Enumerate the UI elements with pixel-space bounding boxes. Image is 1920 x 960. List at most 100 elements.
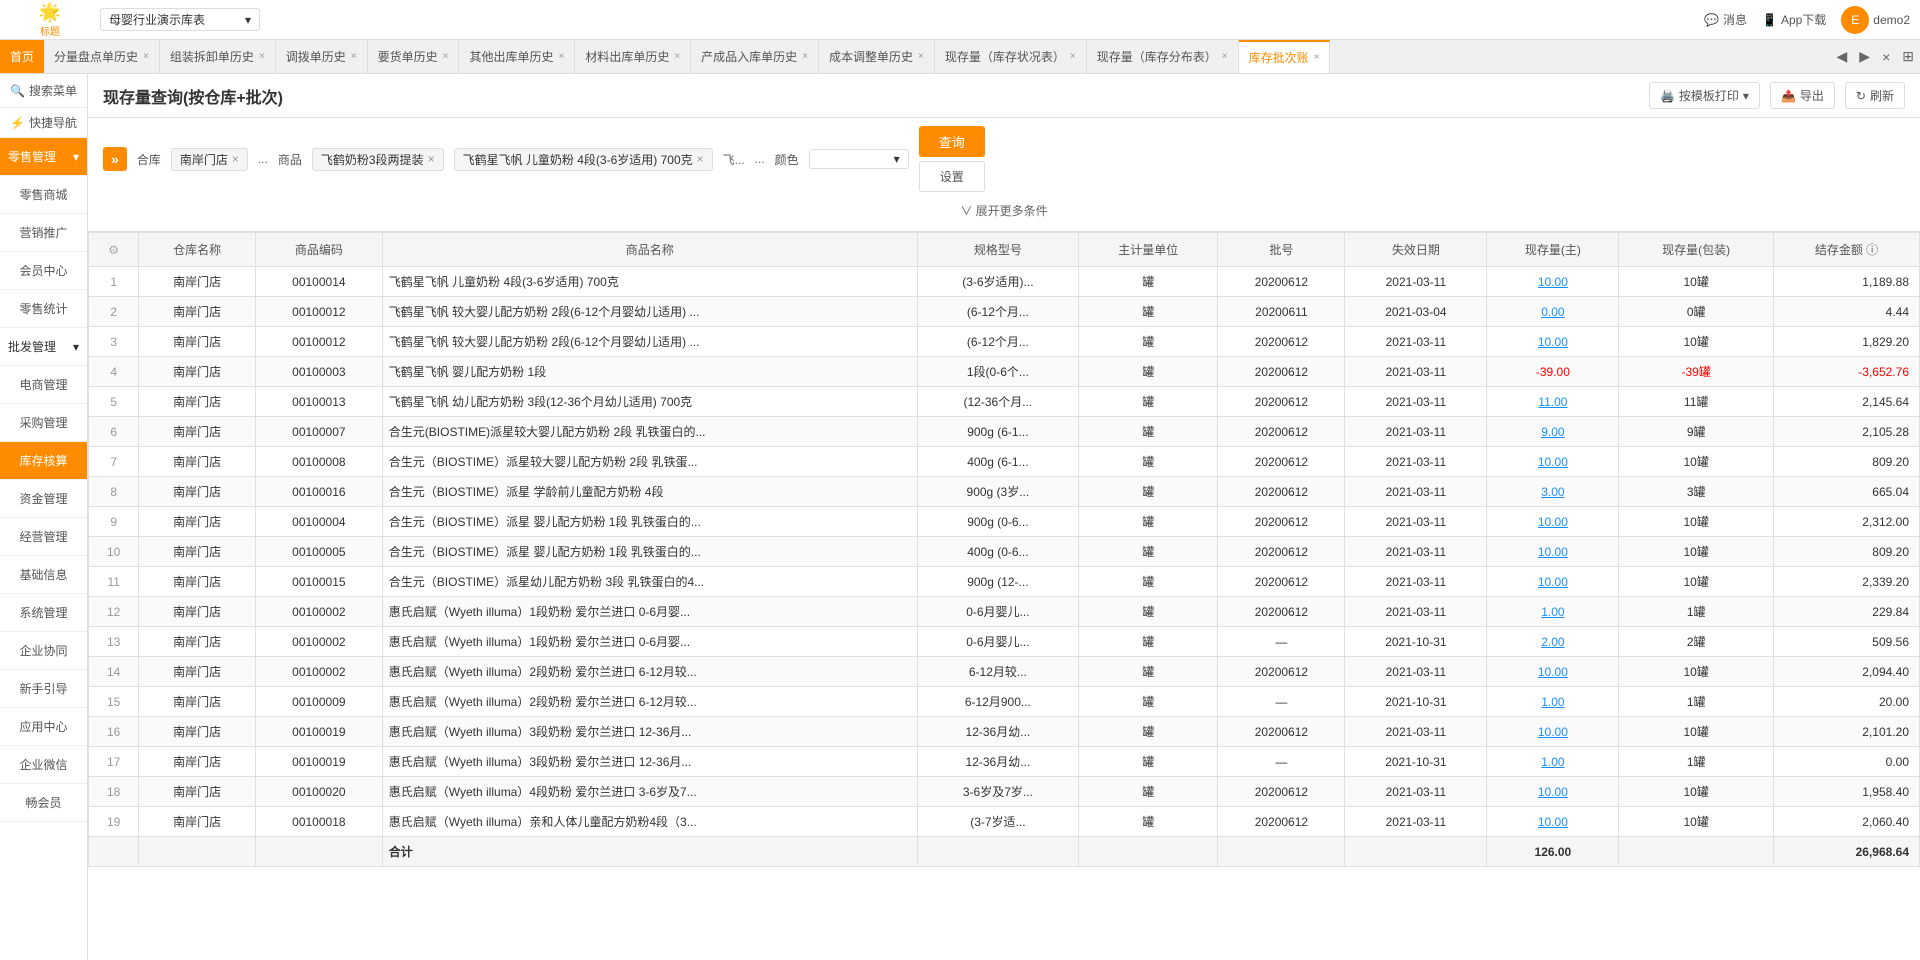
row-unit: 罐 [1078,417,1218,447]
product-more-dots[interactable]: ... [755,152,765,166]
sidebar-item-marketing[interactable]: 营销推广 [0,214,87,252]
query-button[interactable]: 查询 [919,126,985,157]
tab-close-icon[interactable]: × [1070,51,1076,62]
sidebar-item-system[interactable]: 系统管理 [0,594,87,632]
sidebar-item-inventory[interactable]: 库存核算 [0,442,87,480]
row-stock-main[interactable]: 10.00 [1487,807,1619,837]
sidebar-quick-nav[interactable]: ⚡ 快捷导航 [0,108,87,138]
sidebar-item-app-center[interactable]: 应用中心 [0,708,87,746]
row-stock-main[interactable]: 10.00 [1487,537,1619,567]
sidebar-label: 零售管理 [8,148,56,165]
message-btn[interactable]: 💬 消息 [1704,11,1747,28]
tab-close-icon[interactable]: × [802,51,808,62]
filter-bar: » 合库 南岸门店 × ... 商品 飞鹤奶粉3段两提装 × 飞鹤星飞帆 儿童奶… [88,118,1920,232]
filter-expand-button[interactable]: » [103,147,127,171]
tab-close-icon[interactable]: × [674,51,680,62]
tab-tiao-bo[interactable]: 调拨单历史 × [276,40,368,74]
row-stock-main[interactable]: 0.00 [1487,297,1619,327]
sidebar-item-enterprise-wechat[interactable]: 企业微信 [0,746,87,784]
tab-close-all-btn[interactable]: × [1876,49,1896,65]
sidebar-item-wholesale[interactable]: 批发管理 ▾ [0,328,87,366]
row-unit: 罐 [1078,567,1218,597]
warehouse-tag-close[interactable]: × [232,152,239,166]
row-stock-main[interactable]: 10.00 [1487,507,1619,537]
tab-fen-pan[interactable]: 分量盘点单历史 × [44,40,160,74]
row-stock-main[interactable]: 10.00 [1487,567,1619,597]
product-tag-1-close[interactable]: × [428,152,435,166]
sidebar-item-operations[interactable]: 经营管理 [0,518,87,556]
tab-xian-cun-fen[interactable]: 现存量（库存分布表） × [1087,40,1239,74]
row-stock-main[interactable]: 1.00 [1487,687,1619,717]
tab-menu-btn[interactable]: ⊞ [1896,48,1920,65]
tab-close-icon[interactable]: × [1222,51,1228,62]
row-stock-main[interactable]: 1.00 [1487,597,1619,627]
chevron-down-icon: ▾ [1743,89,1749,103]
row-stock-main[interactable]: 1.00 [1487,747,1619,777]
tab-prev-btn[interactable]: ◀ [1831,48,1854,65]
row-unit: 罐 [1078,357,1218,387]
row-stock-main[interactable]: 3.00 [1487,477,1619,507]
row-stock-main[interactable]: 11.00 [1487,387,1619,417]
row-spec: 0-6月婴儿... [917,597,1078,627]
tab-close-icon[interactable]: × [918,51,924,62]
settings-button[interactable]: 设置 [919,161,985,192]
row-stock-pkg: 11罐 [1619,387,1774,417]
tab-label: 现存量（库存状况表） [945,48,1065,65]
sidebar-search[interactable]: 🔍 搜索菜单 [0,74,87,108]
row-amount: -3,652.76 [1774,357,1920,387]
industry-select[interactable]: 母婴行业演示库表 ▾ [100,8,260,31]
sidebar-item-enterprise[interactable]: 企业协同 [0,632,87,670]
sidebar-item-purchase[interactable]: 采购管理 [0,404,87,442]
row-stock-pkg: 10罐 [1619,507,1774,537]
tab-chan-cheng[interactable]: 产成品入库单历史 × [691,40,819,74]
print-button[interactable]: 🖨️ 按模板打印 ▾ [1649,82,1760,109]
tab-xian-cun-zhuang[interactable]: 现存量（库存状况表） × [935,40,1087,74]
tab-close-icon[interactable]: × [143,51,149,62]
settings-icon[interactable]: ⚙ [108,243,119,257]
tab-cai-liao[interactable]: 材料出库单历史 × [575,40,691,74]
export-button[interactable]: 📤 导出 [1770,82,1835,109]
row-stock-main[interactable]: 10.00 [1487,267,1619,297]
row-unit: 罐 [1078,687,1218,717]
tab-yao-huo[interactable]: 要货单历史 × [368,40,460,74]
refresh-button[interactable]: ↻ 刷新 [1845,82,1905,109]
sidebar-item-ecommerce[interactable]: 电商管理 [0,366,87,404]
row-stock-main[interactable]: 9.00 [1487,417,1619,447]
row-stock-main[interactable]: 10.00 [1487,327,1619,357]
row-stock-main[interactable]: 10.00 [1487,447,1619,477]
product-more[interactable]: 飞... [723,151,745,168]
tab-home[interactable]: 首页 [0,40,44,74]
sidebar-item-member[interactable]: 会员中心 [0,252,87,290]
tab-close-icon[interactable]: × [351,51,357,62]
row-stock-main[interactable]: 10.00 [1487,777,1619,807]
tab-qi-ta[interactable]: 其他出库单历史 × [459,40,575,74]
sidebar-item-vip-member[interactable]: 畅会员 [0,784,87,822]
tab-next-btn[interactable]: ▶ [1853,48,1876,65]
color-dropdown[interactable]: ▾ [809,149,909,169]
sidebar-item-basic-info[interactable]: 基础信息 [0,556,87,594]
row-stock-main[interactable]: 10.00 [1487,717,1619,747]
app-download-btn[interactable]: 📱 App下载 [1762,11,1826,28]
sidebar-item-retail-stats[interactable]: 零售统计 [0,290,87,328]
user-area[interactable]: E demo2 [1841,6,1910,34]
tab-close-icon[interactable]: × [558,51,564,62]
tab-ku-cun-pi[interactable]: 库存批次账 × [1239,40,1331,74]
row-stock-main[interactable]: -39.00 [1487,357,1619,387]
sidebar-item-finance[interactable]: 资金管理 [0,480,87,518]
row-spec: 900g (0-6... [917,507,1078,537]
sidebar-item-new-guide[interactable]: 新手引导 [0,670,87,708]
expand-more-button[interactable]: ∨ 展开更多条件 [103,198,1905,223]
row-stock-main[interactable]: 10.00 [1487,657,1619,687]
sidebar-item-retail-store[interactable]: 零售商城 [0,176,87,214]
tab-close-icon[interactable]: × [443,51,449,62]
tab-close-icon[interactable]: × [1314,52,1320,63]
top-bar: 🌟 标题 母婴行业演示库表 ▾ 💬 消息 📱 App下载 E demo2 [0,0,1920,40]
tab-cheng-ben[interactable]: 成本调整单历史 × [819,40,935,74]
warehouse-more[interactable]: ... [258,152,268,166]
product-tag-2-close[interactable]: × [697,152,704,166]
tab-zu-chai[interactable]: 组装拆卸单历史 × [160,40,276,74]
tab-close-icon[interactable]: × [259,51,265,62]
col-settings[interactable]: ⚙ [89,233,139,267]
sidebar-item-retail-mgmt[interactable]: 零售管理 ▾ [0,138,87,176]
row-stock-main[interactable]: 2.00 [1487,627,1619,657]
